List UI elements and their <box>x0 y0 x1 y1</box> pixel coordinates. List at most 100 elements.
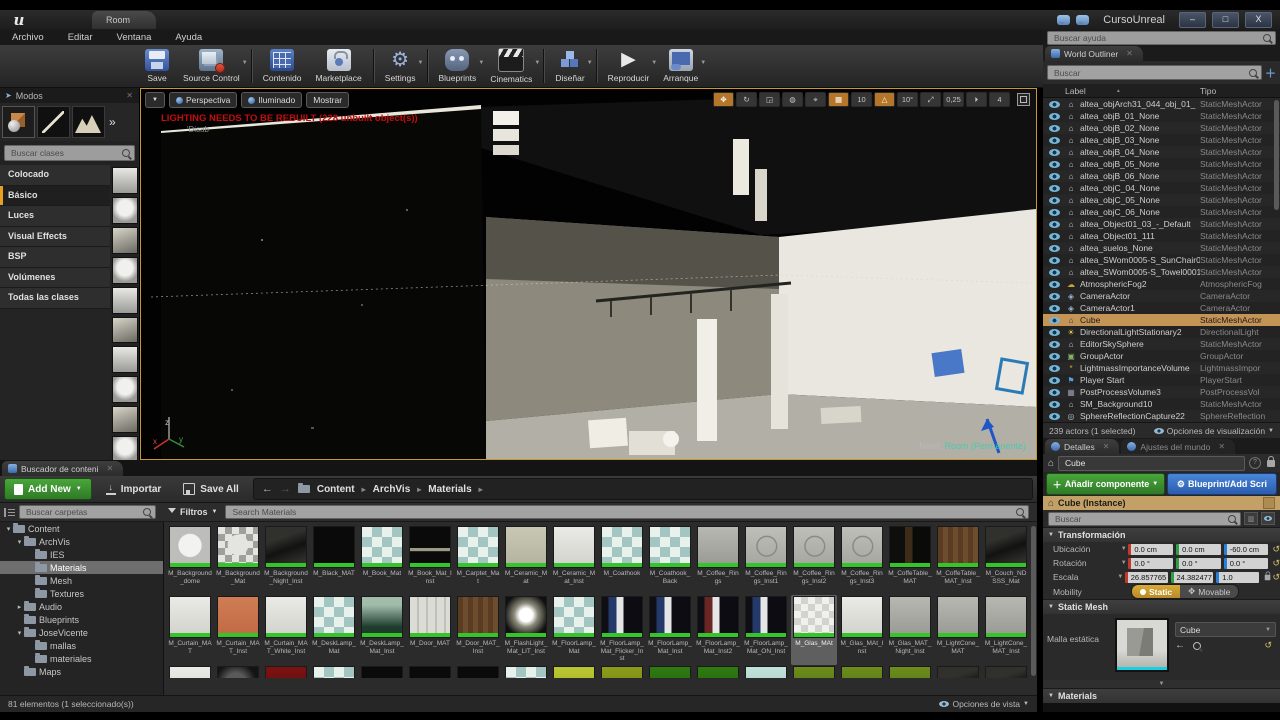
rotation-x-field[interactable]: 0.0 ° <box>1128 557 1174 569</box>
visibility-icon[interactable] <box>1049 364 1060 372</box>
visibility-icon[interactable] <box>1049 100 1060 108</box>
details-search-input[interactable] <box>1053 512 1228 525</box>
place-mode-button[interactable] <box>2 106 35 138</box>
scale-lock-icon[interactable] <box>1264 571 1271 580</box>
outliner-row[interactable]: ⌂ altea_objB_04_None StaticMeshActor <box>1043 146 1280 158</box>
asset-tile[interactable]: M_FlashLight_Mat_LIT_Inst <box>503 595 549 665</box>
outliner-row[interactable]: ⌂ altea_objB_06_None StaticMeshActor <box>1043 170 1280 182</box>
folder-search-input[interactable] <box>24 506 143 518</box>
tree-arrow-icon[interactable]: ▾ <box>15 538 24 546</box>
menu-ventana[interactable]: Ventana <box>105 32 164 43</box>
asset-tile[interactable]: M_Book_Mat <box>359 525 405 595</box>
asset-tile[interactable]: M_Door_MAT <box>407 595 453 665</box>
asset-tile[interactable]: M_Glas_MAt_Inst <box>839 595 885 665</box>
visibility-icon[interactable] <box>1049 400 1060 408</box>
visibility-icon[interactable] <box>1049 412 1060 420</box>
classes-search[interactable] <box>4 145 135 161</box>
asset-tile[interactable]: M_Coffee_Rings_Inst1 <box>743 525 789 595</box>
asset-tile[interactable]: M_Curtain_MAT_White_Inst <box>263 595 309 665</box>
asset-tile[interactable] <box>791 665 837 678</box>
outliner-row[interactable]: ▣ GroupActor GroupActor <box>1043 350 1280 362</box>
close-icon[interactable]: ✕ <box>1103 442 1110 451</box>
outliner-row[interactable]: ⌂ Cube StaticMeshActor <box>1043 314 1280 326</box>
visibility-icon[interactable] <box>1049 112 1060 120</box>
breadcrumb-archvis[interactable]: ArchVis <box>373 484 411 495</box>
visibility-icon[interactable] <box>1049 388 1060 396</box>
scale-z-field[interactable]: 1.0 <box>1216 571 1260 583</box>
close-icon[interactable]: ✕ <box>126 91 133 100</box>
asset-tile[interactable] <box>935 665 981 678</box>
camera-speed-value[interactable]: 4 <box>989 92 1010 107</box>
asset-tile[interactable]: M_Background_Mat <box>215 525 261 595</box>
asset-tile[interactable] <box>359 665 405 678</box>
classes-search-input[interactable] <box>9 147 122 159</box>
chevron-down-icon[interactable]: ▼ <box>1121 546 1129 552</box>
folder-item-mesh[interactable]: Mesh <box>0 574 163 587</box>
toolbar-cinematics-button[interactable]: Cinematics ▼ <box>483 46 540 86</box>
close-icon[interactable]: ✕ <box>107 464 114 473</box>
outliner-row[interactable]: ⌂ altea_objB_03_None StaticMeshActor <box>1043 134 1280 146</box>
asset-tile[interactable]: M_FloorLamp_Mat_Inst2 <box>695 595 741 665</box>
chevron-down-icon[interactable]: ▼ <box>700 60 706 66</box>
visibility-icon[interactable] <box>1049 292 1060 300</box>
help-search-input[interactable] <box>1052 31 1263 44</box>
outliner-row[interactable]: ⌂ altea_SWom0005-S_SunChair0 StaticMeshAct… <box>1043 254 1280 266</box>
asset-tile[interactable] <box>647 665 693 678</box>
viewport-options-button[interactable]: ▼ <box>145 92 165 108</box>
filters-button[interactable]: Filtros ▼ <box>160 507 225 517</box>
outliner-row[interactable]: ⌂ altea_objArch31_044_obj_01_ StaticMeshAc… <box>1043 98 1280 110</box>
placeable-item-thumbnail[interactable] <box>112 406 138 434</box>
category-vol-menes[interactable]: Volúmenes <box>0 267 110 288</box>
details-search[interactable] <box>1048 511 1241 526</box>
outliner-row[interactable]: ⌂ altea_SWom0005-S_Towel0001 StaticMeshAct… <box>1043 266 1280 278</box>
translate-tool-button[interactable]: ✥ <box>713 92 734 107</box>
asset-tile[interactable]: M_Glas_MAT_Night_Inst <box>887 595 933 665</box>
tab-world-settings[interactable]: Ajustes del mundo ✕ <box>1121 439 1236 454</box>
perspective-button[interactable]: Perspectiva <box>168 92 238 108</box>
folder-item-audio[interactable]: ▸ Audio <box>0 600 163 613</box>
column-type[interactable]: Tipo <box>1200 86 1280 96</box>
visibility-icon[interactable] <box>1049 244 1060 252</box>
toolbar-dise-ar-button[interactable]: Diseñar ▼ <box>548 46 593 86</box>
outliner-row[interactable]: ⌂ SM_Background10 StaticMeshActor <box>1043 398 1280 410</box>
visibility-icon[interactable] <box>1049 148 1060 156</box>
asset-tile[interactable]: M_Ceramic_Mat_Inst <box>551 525 597 595</box>
asset-tile[interactable]: M_FloorLamp_Mat_Inst <box>647 595 693 665</box>
close-icon[interactable]: ✕ <box>1218 442 1225 451</box>
paint-mode-button[interactable] <box>37 106 70 138</box>
visibility-icon[interactable] <box>1049 184 1060 192</box>
maximize-viewport-button[interactable] <box>1017 93 1030 106</box>
breadcrumb-materials[interactable]: Materials <box>428 484 471 495</box>
reset-icon[interactable]: ↺ <box>1272 558 1280 569</box>
chevron-down-icon[interactable]: ▼ <box>1121 560 1129 566</box>
visibility-icon[interactable] <box>1049 160 1060 168</box>
toolbar-blueprints-button[interactable]: Blueprints ▼ <box>432 46 484 86</box>
view-options-button[interactable]: Opciones de vista ▼ <box>939 699 1029 709</box>
close-button[interactable]: X <box>1245 12 1272 28</box>
grid-snap-button[interactable]: ▦ <box>828 92 849 107</box>
asset-tile[interactable]: M_Glas_MAt <box>791 595 837 665</box>
landscape-mode-button[interactable] <box>72 106 105 138</box>
asset-tile[interactable]: M_DeskLamp_Mat_Inst <box>359 595 405 665</box>
visibility-icon[interactable] <box>1049 208 1060 216</box>
chevron-down-icon[interactable]: ▼ <box>534 60 540 66</box>
visibility-icon[interactable] <box>1049 376 1060 384</box>
visibility-icon[interactable] <box>1049 124 1060 132</box>
scale-snap-button[interactable]: ⤢ <box>920 92 941 107</box>
asset-tile[interactable] <box>983 665 1029 678</box>
use-selected-icon[interactable]: ← <box>1175 640 1185 651</box>
toolbar-settings-button[interactable]: ⚙ Settings ▼ <box>378 46 424 86</box>
asset-tile[interactable]: M_Door_MAT_Inst <box>455 595 501 665</box>
asset-tile[interactable] <box>215 665 261 678</box>
outliner-row[interactable]: ⌂ altea_suelos_None StaticMeshActor <box>1043 242 1280 254</box>
asset-tile[interactable]: M_LightCone_MAT <box>935 595 981 665</box>
collapse-icon[interactable]: ▼ <box>1048 604 1054 610</box>
reset-icon[interactable]: ↺ <box>1272 544 1280 555</box>
help-icon[interactable]: ? <box>1249 457 1261 469</box>
placeable-item-thumbnail[interactable] <box>112 196 138 224</box>
toolbar-arranque-button[interactable]: Arranque ▼ <box>656 46 706 86</box>
placeable-item-thumbnail[interactable] <box>112 376 138 404</box>
asset-tile[interactable]: M_CoffeTable_MAT <box>887 525 933 595</box>
chevron-down-icon[interactable]: ▼ <box>587 60 593 66</box>
view-mode-button[interactable]: Iluminado <box>241 92 303 108</box>
